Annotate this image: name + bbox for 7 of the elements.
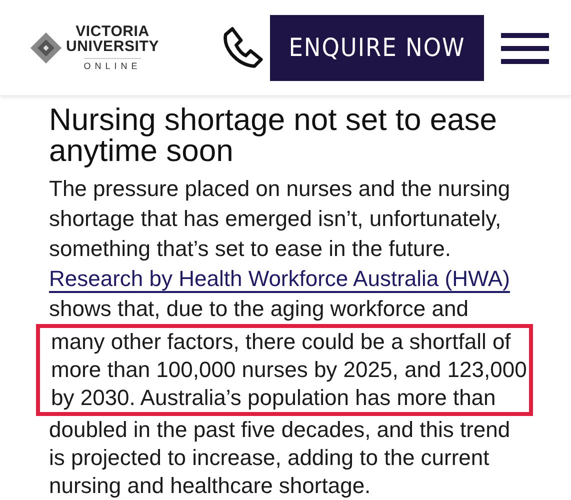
paragraph: doubled in the past five decades, and this trend is projected to increase, adding to the current nursing and healthcare shortage.: [49, 416, 512, 500]
logo-name: UNIVERSITY: [66, 39, 160, 54]
enquire-now-button[interactable]: ENQUIRE NOW: [270, 14, 484, 80]
article-heading: Nursing shortage not set to ease anytime soon: [49, 104, 498, 166]
research-link[interactable]: Research by Health Workforce Australia (HWA): [49, 266, 510, 291]
logo-name: VICTORIA: [76, 24, 150, 39]
logo-tagline: ONLINE: [84, 58, 142, 71]
